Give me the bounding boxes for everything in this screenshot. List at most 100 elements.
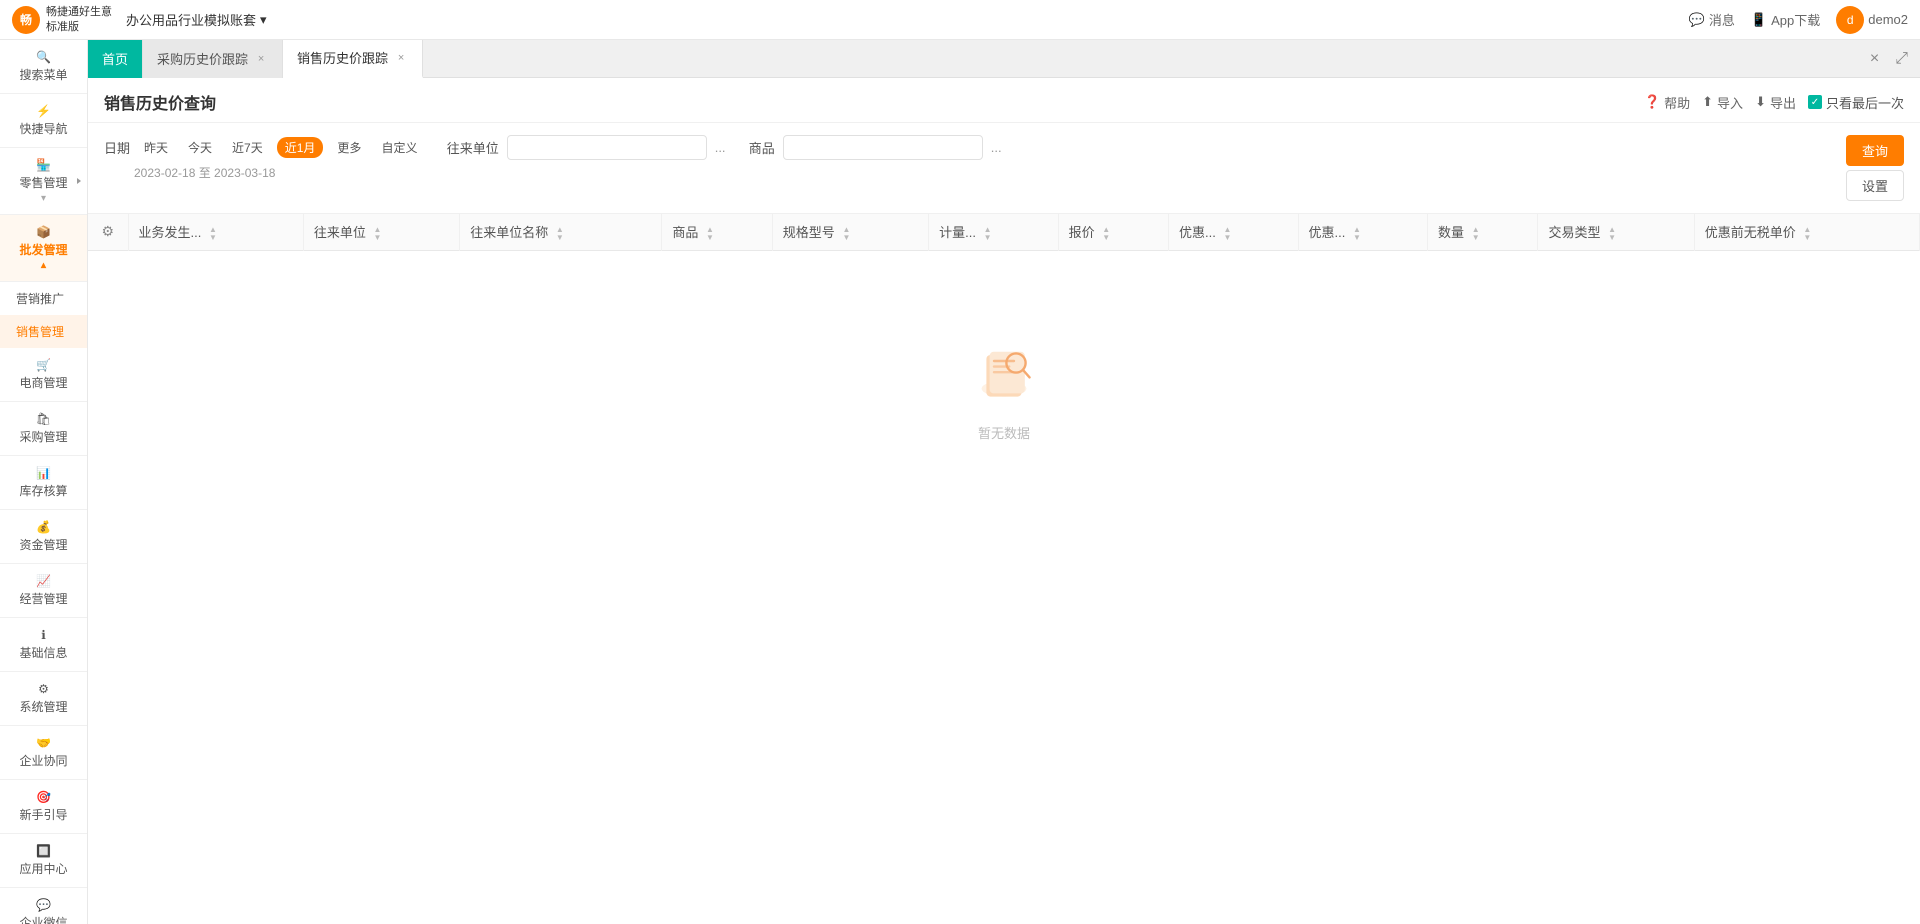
sidebar: 🔍 搜索菜单 ⚡ 快捷导航 🏪 零售管理 ▾ 📦 批发管理 ▴ 营销推广 销售管… <box>0 40 88 924</box>
sidebar-item-ecommerce[interactable]: 🛒 电商管理 <box>0 348 87 402</box>
date-btn-7days[interactable]: 近7天 <box>226 137 269 158</box>
th-quantity[interactable]: 数量 ▲▼ <box>1428 214 1538 250</box>
sidebar-item-finance[interactable]: 💰 资金管理 <box>0 510 87 564</box>
th-discount2[interactable]: 优惠... ▲▼ <box>1298 214 1428 250</box>
product-input[interactable] <box>783 135 983 160</box>
sidebar-item-operations[interactable]: 📈 经营管理 <box>0 564 87 618</box>
message-button[interactable]: 💬 消息 <box>1689 10 1735 29</box>
sort-icon: ▲▼ <box>209 226 217 242</box>
sort-icon: ▲▼ <box>842 226 850 242</box>
th-partner-code[interactable]: 往来单位 ▲▼ <box>303 214 459 250</box>
th-spec[interactable]: 规格型号 ▲▼ <box>772 214 928 250</box>
export-icon: ⬇ <box>1755 94 1766 110</box>
checkbox-checked-icon: ✓ <box>1808 95 1822 109</box>
nav-icon: ⚡ <box>36 104 51 118</box>
guide-icon: 🎯 <box>36 790 51 804</box>
th-transaction-type[interactable]: 交易类型 ▲▼ <box>1538 214 1694 250</box>
date-btn-more[interactable]: 更多 <box>331 137 367 158</box>
finance-icon: 💰 <box>36 520 51 534</box>
close-tab-sales-icon[interactable]: × <box>394 51 408 65</box>
sidebar-item-marketing[interactable]: 营销推广 <box>0 282 87 315</box>
page-header-actions: ❓ 帮助 ⬆ 导入 ⬇ 导出 ✓ 只看最后一次 <box>1644 93 1904 112</box>
query-button[interactable]: 查询 <box>1846 135 1904 166</box>
sidebar-item-inventory[interactable]: 📊 库存核算 <box>0 456 87 510</box>
sidebar-item-wholesale[interactable]: 📦 批发管理 ▴ <box>0 215 87 282</box>
sidebar-item-search[interactable]: 🔍 搜索菜单 <box>0 40 87 94</box>
product-select-icon[interactable]: ... <box>991 140 1002 155</box>
partner-input[interactable] <box>507 135 707 160</box>
help-icon: ❓ <box>1644 94 1660 110</box>
tab-bar-end: × ⤢ <box>1858 48 1920 70</box>
sidebar-item-system[interactable]: ⚙ 系统管理 <box>0 672 87 726</box>
th-settings[interactable]: ⚙ <box>88 214 128 250</box>
sort-icon: ▲▼ <box>1353 226 1361 242</box>
close-tab-purchase-icon[interactable]: × <box>254 52 268 66</box>
sidebar-item-retail[interactable]: 🏪 零售管理 ▾ <box>0 148 87 215</box>
sidebar-item-collab[interactable]: 🤝 企业协同 <box>0 726 87 780</box>
date-btn-today[interactable]: 今天 <box>182 137 218 158</box>
filter-area: 日期 昨天 今天 近7天 近1月 更多 自定义 往来单位 ... 商品 <box>88 123 1920 214</box>
page-title: 销售历史价查询 <box>104 90 216 114</box>
app-selector[interactable]: 办公用品行业模拟账套 ▾ <box>120 8 273 31</box>
date-range-display: 2023-02-18 至 2023-03-18 <box>134 164 1830 181</box>
wholesale-icon: 📦 <box>36 225 51 239</box>
collab-icon: 🤝 <box>36 736 51 750</box>
date-filter-row: 日期 昨天 今天 近7天 近1月 更多 自定义 往来单位 ... 商品 <box>104 135 1830 160</box>
manage-icon: 📈 <box>36 574 51 588</box>
sidebar-item-sales[interactable]: 销售管理 <box>0 315 87 348</box>
top-bar-left: 畅 畅捷通好生意 标准版 办公用品行业模拟账套 ▾ <box>12 5 273 34</box>
sort-icon: ▲▼ <box>706 226 714 242</box>
tab-bar: 首页 采购历史价跟踪 × 销售历史价跟踪 × × ⤢ <box>88 40 1920 78</box>
export-button[interactable]: ⬇ 导出 <box>1755 93 1796 112</box>
empty-text: 暂无数据 <box>978 423 1030 442</box>
sidebar-item-purchase[interactable]: 🛍 采购管理 <box>0 402 87 456</box>
expand-button[interactable]: ⤢ <box>1891 48 1912 70</box>
help-button[interactable]: ❓ 帮助 <box>1644 93 1690 112</box>
tab-purchase-history[interactable]: 采购历史价跟踪 × <box>143 40 283 78</box>
sidebar-item-quicknav[interactable]: ⚡ 快捷导航 <box>0 94 87 148</box>
column-settings-icon[interactable]: ⚙ <box>101 223 114 239</box>
close-all-tabs-button[interactable]: × <box>1866 48 1883 70</box>
sort-icon: ▲▼ <box>1608 226 1616 242</box>
sort-icon: ▲▼ <box>1223 226 1231 242</box>
date-btn-custom[interactable]: 自定义 <box>375 137 423 158</box>
tab-sales-history[interactable]: 销售历史价跟踪 × <box>283 40 423 78</box>
th-pretax-price[interactable]: 优惠前无税单价 ▲▼ <box>1694 214 1919 250</box>
sort-icon: ▲▼ <box>1102 226 1110 242</box>
th-price[interactable]: 报价 ▲▼ <box>1058 214 1168 250</box>
sort-icon: ▲▼ <box>1472 226 1480 242</box>
system-icon: ⚙ <box>38 682 49 696</box>
th-partner-name[interactable]: 往来单位名称 ▲▼ <box>460 214 662 250</box>
show-last-only-checkbox[interactable]: ✓ 只看最后一次 <box>1808 93 1904 112</box>
chevron-down-icon: ▴ <box>41 260 46 271</box>
sidebar-item-apps[interactable]: 🔲 应用中心 <box>0 834 87 888</box>
sidebar-item-basicinfo[interactable]: ℹ 基础信息 <box>0 618 87 672</box>
sidebar-item-guide[interactable]: 🎯 新手引导 <box>0 780 87 834</box>
sort-icon: ▲▼ <box>984 226 992 242</box>
sidebar-item-wechat[interactable]: 💬 企业微信 <box>0 888 87 924</box>
apps-icon: 🔲 <box>36 844 51 858</box>
date-btn-1month[interactable]: 近1月 <box>277 137 324 158</box>
date-btn-yesterday[interactable]: 昨天 <box>138 137 174 158</box>
logo-area: 畅 畅捷通好生意 标准版 <box>12 5 112 34</box>
import-button[interactable]: ⬆ 导入 <box>1702 93 1743 112</box>
th-product[interactable]: 商品 ▲▼ <box>662 214 772 250</box>
empty-illustration <box>964 331 1044 411</box>
th-discount1[interactable]: 优惠... ▲▼ <box>1169 214 1299 250</box>
top-bar: 畅 畅捷通好生意 标准版 办公用品行业模拟账套 ▾ 💬 消息 📱 App下载 d… <box>0 0 1920 40</box>
tab-home[interactable]: 首页 <box>88 40 143 78</box>
ecommerce-icon: 🛒 <box>36 358 51 372</box>
wechat-icon: 💬 <box>36 898 51 912</box>
settings-button[interactable]: 设置 <box>1846 170 1904 201</box>
main-layout: 🔍 搜索菜单 ⚡ 快捷导航 🏪 零售管理 ▾ 📦 批发管理 ▴ 营销推广 销售管… <box>0 40 1920 924</box>
page-content: 销售历史价查询 ❓ 帮助 ⬆ 导入 ⬇ 导出 ✓ <box>88 78 1920 924</box>
partner-select-icon[interactable]: ... <box>715 140 726 155</box>
top-bar-right: 💬 消息 📱 App下载 d demo2 <box>1689 6 1908 34</box>
download-button[interactable]: 📱 App下载 <box>1751 10 1820 29</box>
th-business-date[interactable]: 业务发生... ▲▼ <box>128 214 303 250</box>
th-unit[interactable]: 计量... ▲▼ <box>929 214 1059 250</box>
logo-text: 畅捷通好生意 标准版 <box>46 5 112 34</box>
chevron-right-icon: ▾ <box>41 193 46 204</box>
user-menu[interactable]: d demo2 <box>1836 6 1908 34</box>
date-label: 日期 <box>104 138 130 157</box>
